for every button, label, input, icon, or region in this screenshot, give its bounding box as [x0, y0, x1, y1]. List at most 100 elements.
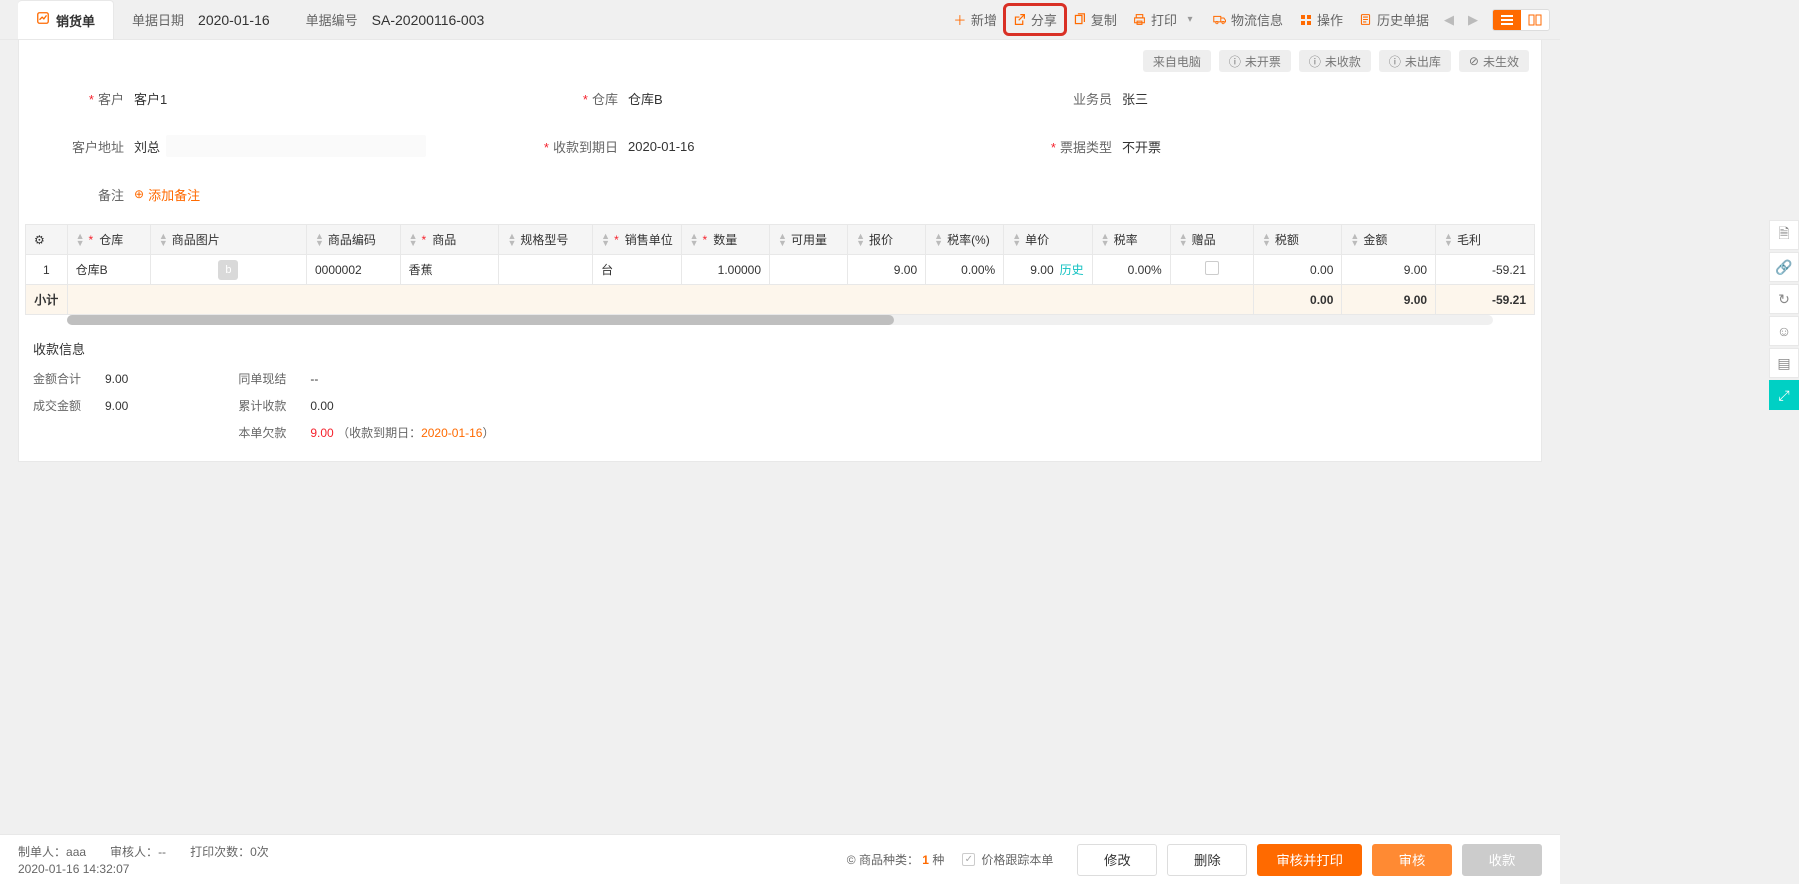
total-label: 金额合计: [33, 370, 93, 387]
share-button[interactable]: 分享: [1006, 6, 1064, 33]
add-remark-label: 添加备注: [148, 185, 200, 204]
rail-note-button[interactable]: 🗎: [1769, 220, 1799, 250]
cell-discount[interactable]: 0.00%: [926, 255, 1004, 285]
address-extended[interactable]: [166, 135, 426, 157]
price-follow-checkbox[interactable]: ✓ 价格跟踪本单: [962, 851, 1053, 868]
total-value: 9.00: [105, 372, 128, 386]
col-tax-rate[interactable]: ▲▼税率: [1092, 225, 1170, 255]
note-icon: 🗎: [1778, 223, 1789, 247]
info-icon: ⓘ: [1309, 53, 1321, 70]
col-gift[interactable]: ▲▼赠品: [1170, 225, 1253, 255]
sku-kind-count: 1: [922, 853, 929, 867]
cell-unit-price[interactable]: 9.00 历史: [1004, 255, 1092, 285]
share-icon: [1013, 13, 1027, 26]
scrollbar-thumb[interactable]: [67, 315, 894, 325]
print-count-label: 打印次数：: [190, 845, 250, 859]
share-label: 分享: [1031, 10, 1057, 29]
modify-button[interactable]: 修改: [1077, 844, 1157, 876]
rail-refresh-button[interactable]: ↻: [1769, 284, 1799, 314]
rail-link-button[interactable]: 🔗: [1769, 252, 1799, 282]
field-invoice-type: *票据类型 不开票: [1037, 134, 1511, 158]
cell-sale-unit[interactable]: 台: [593, 255, 681, 285]
customer-value[interactable]: 客户1: [134, 89, 167, 108]
prev-button[interactable]: ◀: [1438, 9, 1460, 31]
price-history-link[interactable]: 历史: [1060, 261, 1084, 278]
col-unit-price[interactable]: ▲▼单价: [1004, 225, 1092, 255]
view-card-button[interactable]: [1521, 10, 1549, 30]
owe-label: 本单欠款: [238, 424, 298, 441]
operate-button[interactable]: 操作: [1292, 6, 1350, 33]
warehouse-value[interactable]: 仓库B: [628, 89, 663, 108]
grid-icon: [1299, 14, 1313, 26]
subtotal-label: 小计: [26, 285, 68, 315]
add-remark-button[interactable]: ⊕ 添加备注: [134, 185, 200, 204]
new-button[interactable]: ＋ 新增: [946, 6, 1004, 33]
print-button[interactable]: 打印 ▾: [1126, 6, 1204, 33]
copy-button[interactable]: 复制: [1066, 6, 1124, 33]
due-date-value[interactable]: 2020-01-16: [628, 139, 695, 154]
next-button[interactable]: ▶: [1462, 9, 1484, 31]
field-salesman: 业务员 张三: [1037, 86, 1511, 110]
field-due-date: *收款到期日 2020-01-16: [543, 134, 1017, 158]
table-row[interactable]: 1 仓库B b 0000002 香蕉 台 1.00000 9.00 0.00%: [26, 255, 1535, 285]
col-profit[interactable]: ▲▼毛利: [1436, 225, 1535, 255]
sort-icon: ▲▼: [1101, 233, 1110, 247]
col-amount[interactable]: ▲▼金额: [1342, 225, 1436, 255]
address-value[interactable]: 刘总: [134, 137, 160, 156]
delete-button[interactable]: 删除: [1167, 844, 1247, 876]
subtotal-tax-amount: 0.00: [1253, 285, 1341, 315]
invoice-type-label: 票据类型: [1060, 140, 1112, 155]
owe-value: 9.00: [310, 426, 333, 440]
rail-user-button[interactable]: ☺: [1769, 316, 1799, 346]
chart-icon: ▤: [1777, 355, 1790, 372]
refresh-icon: ↻: [1778, 291, 1790, 308]
col-available[interactable]: ▲▼可用量: [770, 225, 848, 255]
col-discount[interactable]: ▲▼税率(%): [926, 225, 1004, 255]
gift-checkbox[interactable]: [1205, 261, 1219, 275]
badge-source: 来自电脑: [1143, 50, 1211, 72]
sort-icon: ▲▼: [1444, 233, 1453, 247]
cell-code[interactable]: 0000002: [306, 255, 400, 285]
tab-sales-order[interactable]: 销货单: [18, 0, 114, 39]
col-price[interactable]: ▲▼报价: [848, 225, 926, 255]
col-sale-unit[interactable]: ▲▼*销售单位: [593, 225, 681, 255]
col-spec[interactable]: ▲▼规格型号: [499, 225, 593, 255]
col-qty[interactable]: ▲▼*数量: [681, 225, 769, 255]
auditor-value: --: [158, 845, 166, 859]
cell-price[interactable]: 9.00: [848, 255, 926, 285]
rail-expand-button[interactable]: ⤢: [1769, 380, 1799, 410]
field-customer: *客户 客户1: [49, 86, 523, 110]
sku-kind-suffix: 种: [932, 853, 944, 867]
horizontal-scrollbar[interactable]: [67, 315, 1493, 325]
same-bill-label: 同单现结: [238, 370, 298, 387]
view-list-button[interactable]: [1493, 10, 1521, 30]
cell-qty[interactable]: 1.00000: [681, 255, 769, 285]
rail-chart-button[interactable]: ▤: [1769, 348, 1799, 378]
col-image[interactable]: ▲▼商品图片: [150, 225, 306, 255]
cell-tax-rate[interactable]: 0.00%: [1092, 255, 1170, 285]
forbid-icon: ⊘: [1469, 54, 1479, 68]
print-icon: [1133, 13, 1147, 26]
cell-image[interactable]: b: [150, 255, 306, 285]
col-warehouse[interactable]: ▲▼*仓库: [67, 225, 150, 255]
subtotal-profit: -59.21: [1436, 285, 1535, 315]
history-button[interactable]: 历史单据: [1352, 6, 1436, 33]
audit-print-button[interactable]: 审核并打印: [1257, 844, 1362, 876]
cell-product[interactable]: 香蕉: [400, 255, 499, 285]
new-label: 新增: [971, 10, 997, 29]
right-rail: 🗎 🔗 ↻ ☺ ▤ ⤢: [1769, 220, 1799, 410]
invoice-type-value[interactable]: 不开票: [1122, 137, 1161, 156]
cell-spec[interactable]: [499, 255, 593, 285]
gear-icon: ⚙: [34, 233, 45, 247]
sort-icon: ▲▼: [315, 233, 324, 247]
truck-icon: [1213, 13, 1227, 26]
audit-button[interactable]: 审核: [1372, 844, 1452, 876]
col-tax-amount[interactable]: ▲▼税额: [1253, 225, 1341, 255]
salesman-value[interactable]: 张三: [1122, 89, 1148, 108]
logistics-button[interactable]: 物流信息: [1206, 6, 1290, 33]
cell-gift[interactable]: [1170, 255, 1253, 285]
cell-warehouse[interactable]: 仓库B: [67, 255, 150, 285]
col-code[interactable]: ▲▼商品编码: [306, 225, 400, 255]
col-gear[interactable]: ⚙: [26, 225, 68, 255]
col-product[interactable]: ▲▼*商品: [400, 225, 499, 255]
